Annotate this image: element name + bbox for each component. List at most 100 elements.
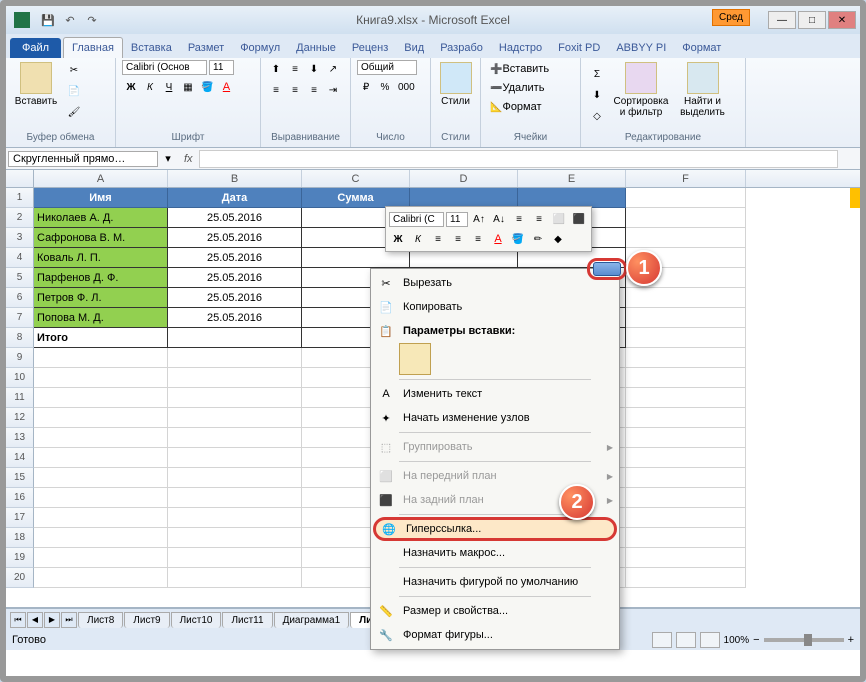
header-cell[interactable]: Дата	[168, 188, 302, 208]
select-all-corner[interactable]	[6, 170, 34, 187]
formula-input[interactable]	[199, 150, 838, 168]
orientation[interactable]: ↗	[324, 60, 342, 78]
zoom-slider[interactable]	[764, 638, 844, 642]
bold-button[interactable]: Ж	[122, 78, 140, 96]
row-header[interactable]: 20	[6, 568, 34, 588]
nav-prev[interactable]: ◀	[27, 612, 43, 628]
cell[interactable]	[168, 468, 302, 488]
cm-format-shape[interactable]: 🔧Формат фигуры...	[373, 623, 617, 647]
col-header[interactable]: E	[518, 170, 626, 187]
cell[interactable]	[34, 528, 168, 548]
cell[interactable]	[168, 388, 302, 408]
cm-edit-text[interactable]: AИзменить текст	[373, 382, 617, 406]
cell[interactable]	[168, 448, 302, 468]
sort-filter-button[interactable]: Сортировка и фильтр	[611, 60, 671, 120]
cell[interactable]	[34, 488, 168, 508]
view-normal-icon[interactable]	[652, 632, 672, 648]
cm-hyperlink[interactable]: 🌐Гиперссылка...	[373, 517, 617, 541]
mini-front-icon[interactable]: ⬜	[550, 210, 568, 228]
cell[interactable]	[626, 208, 746, 228]
col-header[interactable]: C	[302, 170, 410, 187]
orange-button[interactable]: Сред	[712, 9, 750, 26]
tab-formulas[interactable]: Формул	[232, 38, 288, 58]
font-size-select[interactable]: 11	[209, 60, 234, 75]
cell[interactable]	[626, 508, 746, 528]
row-header[interactable]: 15	[6, 468, 34, 488]
view-layout-icon[interactable]	[676, 632, 696, 648]
zoom-in[interactable]: +	[848, 634, 854, 646]
mini-shrink-icon[interactable]: A↓	[490, 210, 508, 228]
mini-align-icon[interactable]: ≡	[510, 210, 528, 228]
mini-style-icon[interactable]: ◆	[549, 230, 567, 248]
cell[interactable]	[34, 568, 168, 588]
cell[interactable]: Попова М. Д.	[34, 308, 168, 328]
cell[interactable]: Парфенов Д. Ф.	[34, 268, 168, 288]
cell[interactable]: 25.05.2016	[168, 208, 302, 228]
cell[interactable]	[168, 428, 302, 448]
sheet-tab[interactable]: Лист10	[171, 612, 222, 628]
cm-edit-points[interactable]: ✦Начать изменение узлов	[373, 406, 617, 430]
mini-grow-icon[interactable]: A↑	[470, 210, 488, 228]
cell[interactable]: Коваль Л. П.	[34, 248, 168, 268]
clear-icon[interactable]: ◇	[587, 106, 607, 126]
row-header[interactable]: 4	[6, 248, 34, 268]
comma-icon[interactable]: 000	[395, 78, 418, 96]
cells-insert[interactable]: ➕ Вставить	[487, 60, 577, 78]
align-mid[interactable]: ≡	[286, 60, 304, 78]
cell[interactable]	[168, 528, 302, 548]
row-header[interactable]: 7	[6, 308, 34, 328]
tab-file[interactable]: Файл	[10, 38, 61, 58]
tab-developer[interactable]: Разрабо	[432, 38, 491, 58]
row-header[interactable]: 9	[6, 348, 34, 368]
sheet-tab[interactable]: Лист9	[124, 612, 169, 628]
cell[interactable]	[34, 428, 168, 448]
sheet-tab[interactable]: Лист11	[222, 612, 272, 628]
cell[interactable]	[34, 448, 168, 468]
cell[interactable]: Сафронова В. М.	[34, 228, 168, 248]
align-center[interactable]: ≡	[286, 81, 304, 99]
align-bot[interactable]: ⬇	[305, 60, 323, 78]
mini-font-name[interactable]: Calibri (С	[389, 212, 444, 227]
cell[interactable]	[626, 228, 746, 248]
cell[interactable]: 25.05.2016	[168, 228, 302, 248]
row-header[interactable]: 14	[6, 448, 34, 468]
cell[interactable]	[34, 548, 168, 568]
cell[interactable]	[626, 528, 746, 548]
cell[interactable]	[34, 508, 168, 528]
cell[interactable]: Итого	[34, 328, 168, 348]
cell[interactable]	[168, 548, 302, 568]
cells-delete[interactable]: ➖ Удалить	[487, 79, 577, 97]
cell[interactable]	[626, 568, 746, 588]
mini-align-icon[interactable]: ≡	[469, 230, 487, 248]
cell[interactable]	[626, 548, 746, 568]
currency-icon[interactable]: ₽	[357, 78, 375, 96]
row-header[interactable]: 17	[6, 508, 34, 528]
col-header[interactable]: F	[626, 170, 746, 187]
row-header[interactable]: 10	[6, 368, 34, 388]
tab-abbyy[interactable]: ABBYY PI	[608, 38, 674, 58]
qat-redo-icon[interactable]: ↷	[82, 10, 102, 30]
row-header[interactable]: 1	[6, 188, 34, 208]
cm-cut[interactable]: ✂Вырезать	[373, 271, 617, 295]
tab-view[interactable]: Вид	[396, 38, 432, 58]
row-header[interactable]: 18	[6, 528, 34, 548]
cell[interactable]	[626, 428, 746, 448]
mini-align-icon[interactable]: ≡	[449, 230, 467, 248]
cell[interactable]	[168, 488, 302, 508]
cell[interactable]	[626, 308, 746, 328]
mini-back-icon[interactable]: ⬛	[570, 210, 588, 228]
row-header[interactable]: 2	[6, 208, 34, 228]
nav-next[interactable]: ▶	[44, 612, 60, 628]
autosum-icon[interactable]: Σ	[587, 64, 607, 84]
minimize-button[interactable]: —	[768, 11, 796, 29]
close-button[interactable]: ✕	[828, 11, 856, 29]
cell[interactable]	[34, 348, 168, 368]
mini-font-color[interactable]: A	[489, 230, 507, 248]
cell[interactable]	[626, 448, 746, 468]
indent[interactable]: ⇥	[324, 81, 342, 99]
cell[interactable]	[34, 408, 168, 428]
align-right[interactable]: ≡	[305, 81, 323, 99]
header-cell[interactable]	[410, 188, 518, 208]
fill-icon[interactable]: ⬇	[587, 85, 607, 105]
row-header[interactable]: 12	[6, 408, 34, 428]
